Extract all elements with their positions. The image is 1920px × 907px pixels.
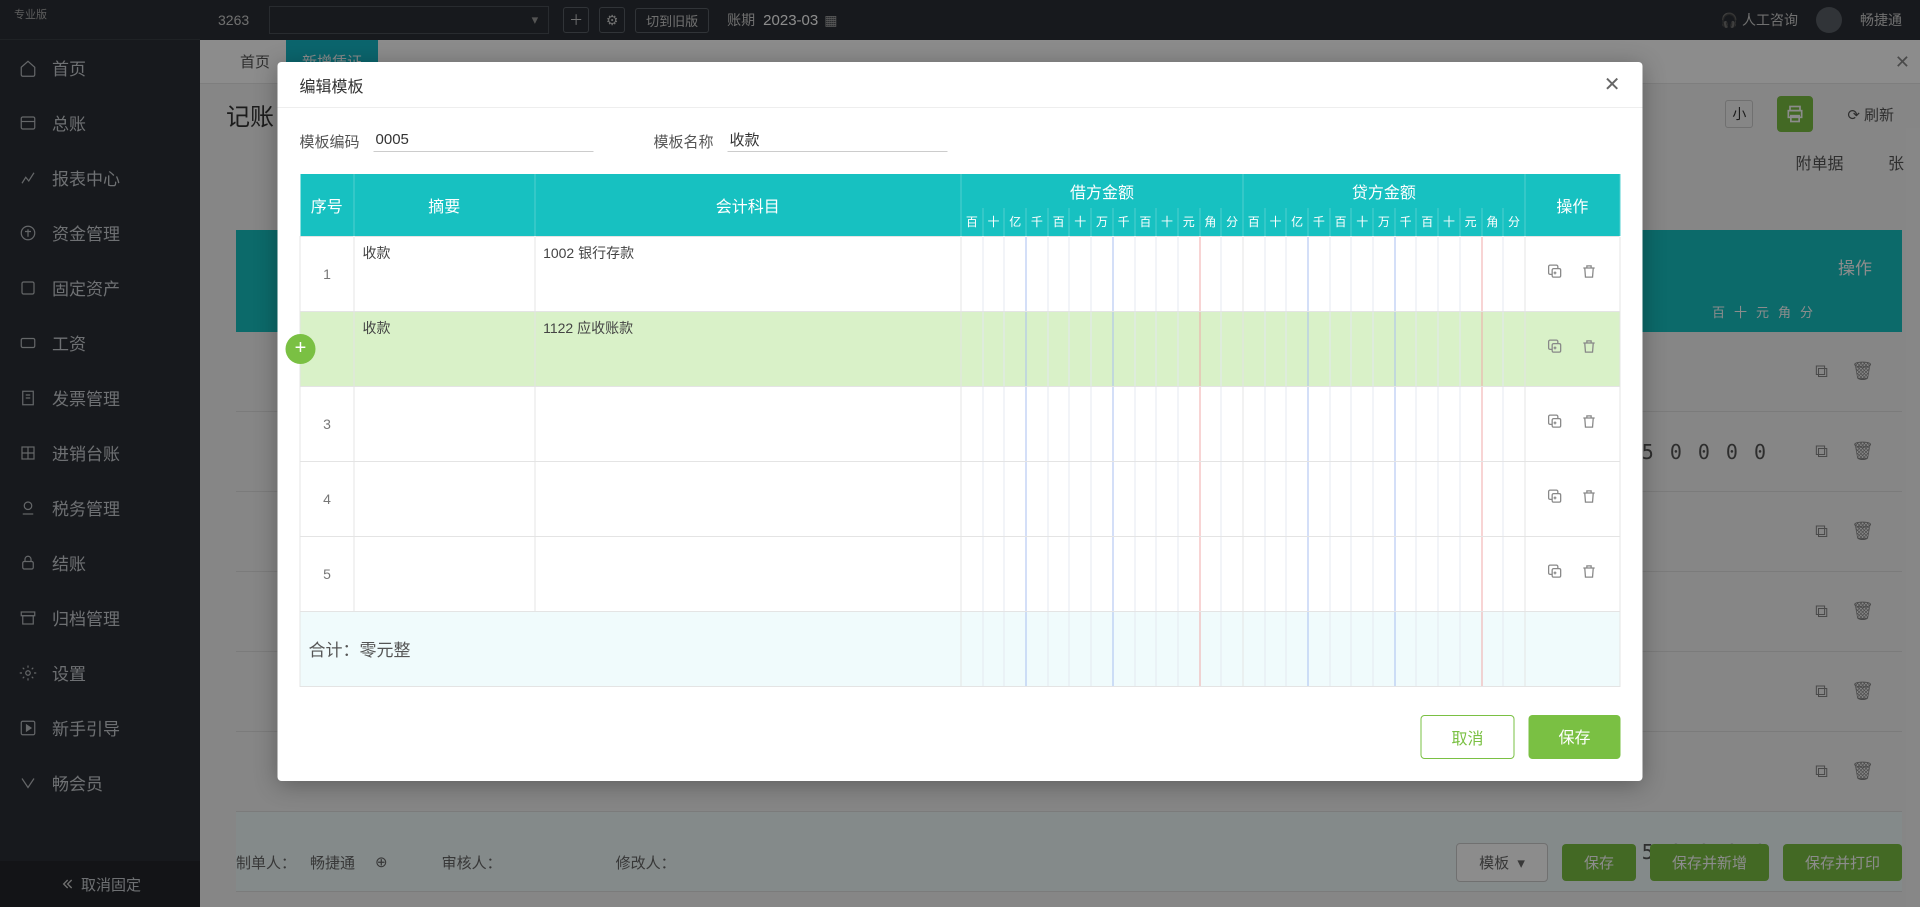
th-digit: 百 xyxy=(1135,208,1157,236)
amount-cell[interactable] xyxy=(1243,461,1525,536)
th-digit: 角 xyxy=(1200,208,1222,236)
th-digit: 十 xyxy=(1265,208,1287,236)
op-cell xyxy=(1525,536,1620,611)
copy-icon[interactable] xyxy=(1546,263,1564,281)
summary-cell[interactable]: 收款 xyxy=(354,236,535,311)
trash-icon[interactable] xyxy=(1580,413,1598,431)
th-digit: 元 xyxy=(1460,208,1482,236)
subject-cell[interactable] xyxy=(535,386,961,461)
op-cell xyxy=(1525,461,1620,536)
subject-cell[interactable] xyxy=(535,536,961,611)
th-summary: 摘要 xyxy=(354,174,535,236)
seq-cell: 4 xyxy=(300,461,354,536)
save-button[interactable]: 保存 xyxy=(1528,715,1620,759)
amount-cell[interactable] xyxy=(961,386,1243,461)
th-digit: 十 xyxy=(1351,208,1373,236)
th-digit: 十 xyxy=(1069,208,1091,236)
trash-icon[interactable] xyxy=(1580,488,1598,506)
template-row: +收款1122 应收账款 xyxy=(300,311,1620,386)
template-row: 1收款1002 银行存款 xyxy=(300,236,1620,311)
summary-cell[interactable] xyxy=(354,461,535,536)
trash-icon[interactable] xyxy=(1580,563,1598,581)
subject-cell[interactable] xyxy=(535,461,961,536)
amount-cell[interactable] xyxy=(1243,536,1525,611)
amount-cell[interactable] xyxy=(961,311,1243,386)
summary-cell[interactable]: 收款 xyxy=(354,311,535,386)
th-digit: 亿 xyxy=(1004,208,1026,236)
total-label: 合计：零元整 xyxy=(300,611,961,686)
op-cell xyxy=(1525,236,1620,311)
template-row: 5 xyxy=(300,536,1620,611)
total-row: 合计：零元整 xyxy=(300,611,1620,686)
add-row-button[interactable]: + xyxy=(286,334,316,364)
template-row: 3 xyxy=(300,386,1620,461)
modal-close-icon[interactable]: ✕ xyxy=(1604,72,1621,97)
edit-template-modal: 编辑模板 ✕ 模板编码 模板名称 序号 摘要 会计科目 借方金额 贷方金额 xyxy=(278,62,1643,781)
th-digit: 角 xyxy=(1482,208,1504,236)
op-cell xyxy=(1525,311,1620,386)
amount-cell[interactable] xyxy=(961,611,1243,686)
trash-icon[interactable] xyxy=(1580,263,1598,281)
th-digit: 百 xyxy=(1416,208,1438,236)
th-subject: 会计科目 xyxy=(535,174,961,236)
summary-cell[interactable] xyxy=(354,386,535,461)
subject-cell[interactable]: 1122 应收账款 xyxy=(535,311,961,386)
seq-cell: + xyxy=(300,311,354,386)
th-digit: 分 xyxy=(1221,208,1243,236)
th-digit: 千 xyxy=(1026,208,1048,236)
th-digit: 万 xyxy=(1091,208,1113,236)
amount-cell[interactable] xyxy=(1243,311,1525,386)
template-name-input[interactable] xyxy=(728,128,948,152)
th-digit: 亿 xyxy=(1286,208,1308,236)
amount-cell[interactable] xyxy=(961,536,1243,611)
copy-icon[interactable] xyxy=(1546,563,1564,581)
trash-icon[interactable] xyxy=(1580,338,1598,356)
copy-icon[interactable] xyxy=(1546,338,1564,356)
subject-cell[interactable]: 1002 银行存款 xyxy=(535,236,961,311)
template-row: 4 xyxy=(300,461,1620,536)
th-digit: 元 xyxy=(1178,208,1200,236)
th-digit: 百 xyxy=(1243,208,1265,236)
th-digit: 百 xyxy=(1330,208,1352,236)
template-name-label: 模板名称 xyxy=(654,131,714,152)
modal-title: 编辑模板 xyxy=(300,73,364,97)
th-credit: 贷方金额 xyxy=(1243,174,1525,208)
template-code-label: 模板编码 xyxy=(300,131,360,152)
th-digit: 十 xyxy=(1156,208,1178,236)
amount-cell[interactable] xyxy=(1243,236,1525,311)
th-digit: 千 xyxy=(1308,208,1330,236)
th-op: 操作 xyxy=(1525,174,1620,236)
th-digit: 分 xyxy=(1503,208,1525,236)
seq-cell: 1 xyxy=(300,236,354,311)
th-digit: 万 xyxy=(1373,208,1395,236)
modal-header: 编辑模板 ✕ xyxy=(278,62,1643,108)
seq-cell: 3 xyxy=(300,386,354,461)
copy-icon[interactable] xyxy=(1546,488,1564,506)
th-digit: 百 xyxy=(1048,208,1070,236)
th-digit: 百 xyxy=(961,208,983,236)
summary-cell[interactable] xyxy=(354,536,535,611)
seq-cell: 5 xyxy=(300,536,354,611)
th-digit: 十 xyxy=(1438,208,1460,236)
amount-cell[interactable] xyxy=(1243,386,1525,461)
th-seq: 序号 xyxy=(300,174,354,236)
amount-cell[interactable] xyxy=(1243,611,1525,686)
th-digit: 千 xyxy=(1395,208,1417,236)
th-digit: 千 xyxy=(1113,208,1135,236)
template-code-input[interactable] xyxy=(374,128,594,152)
th-digit: 十 xyxy=(983,208,1005,236)
amount-cell[interactable] xyxy=(961,236,1243,311)
copy-icon[interactable] xyxy=(1546,413,1564,431)
th-debit: 借方金额 xyxy=(961,174,1243,208)
total-op-empty xyxy=(1525,611,1620,686)
template-table: 序号 摘要 会计科目 借方金额 贷方金额 操作 百十亿千百十万千百十元角分百十亿… xyxy=(300,174,1621,687)
cancel-button[interactable]: 取消 xyxy=(1420,715,1514,759)
modal-footer: 取消 保存 xyxy=(278,701,1643,781)
op-cell xyxy=(1525,386,1620,461)
amount-cell[interactable] xyxy=(961,461,1243,536)
